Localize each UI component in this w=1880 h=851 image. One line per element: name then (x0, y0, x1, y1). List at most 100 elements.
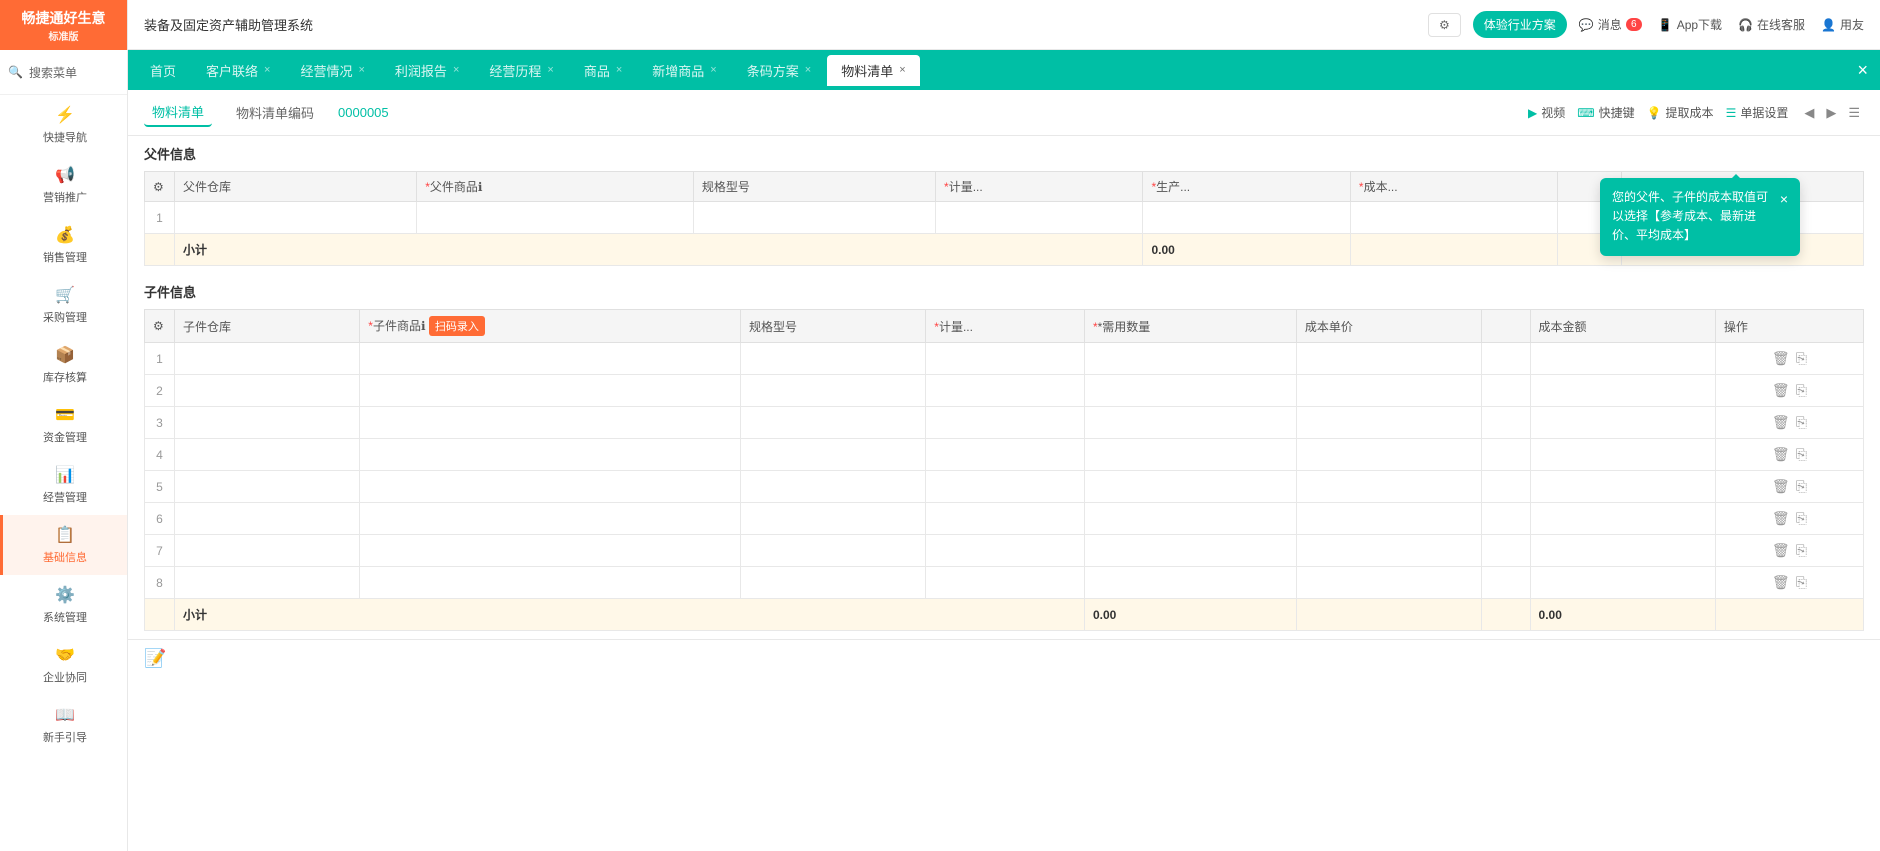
child-col-settings[interactable]: ⚙ (145, 310, 175, 343)
copy-icon[interactable]: ⎘ (1796, 478, 1807, 495)
child-goods-cell[interactable] (360, 439, 741, 471)
tab-customer[interactable]: 客户联络 × (192, 55, 284, 86)
parent-col-settings[interactable]: ⚙ (145, 172, 175, 202)
delete-icon[interactable]: 🗑 (1772, 542, 1790, 559)
sidebar-item-sales[interactable]: 💰 销售管理 (0, 215, 127, 275)
delete-icon[interactable]: 🗑 (1772, 414, 1790, 431)
child-unit-cell[interactable] (926, 407, 1085, 439)
child-spec-cell[interactable] (740, 439, 925, 471)
sidebar-item-basic-info[interactable]: 📋 基础信息 (0, 515, 127, 575)
tab-close-icon[interactable]: × (264, 64, 270, 76)
search-menu-button[interactable]: 🔍 搜索菜单 (8, 58, 119, 86)
user-action[interactable]: 👤 用友 (1821, 16, 1864, 33)
doc-settings-action[interactable]: ☰ 单据设置 (1726, 104, 1789, 121)
child-unit-cell[interactable] (926, 471, 1085, 503)
sidebar-item-cooperation[interactable]: 🤝 企业协同 (0, 635, 127, 695)
trial-button[interactable]: 体验行业方案 (1473, 11, 1567, 38)
copy-icon[interactable]: ⎘ (1796, 446, 1807, 463)
tab-close-icon[interactable]: × (805, 64, 811, 76)
sub-tab-bom[interactable]: 物料清单 (144, 98, 212, 127)
delete-icon[interactable]: 🗑 (1772, 574, 1790, 591)
child-goods-cell[interactable] (360, 535, 741, 567)
tab-history[interactable]: 经营历程 × (475, 55, 567, 86)
child-spec-cell[interactable] (740, 343, 925, 375)
tab-close-icon[interactable]: × (899, 64, 905, 76)
tab-goods[interactable]: 商品 × (570, 55, 636, 86)
parent-unit-cell[interactable] (936, 202, 1143, 234)
child-price-cell[interactable] (1296, 439, 1481, 471)
settings-button[interactable]: ⚙ (1428, 13, 1461, 37)
child-price-cell[interactable] (1296, 567, 1481, 599)
child-price-cell[interactable] (1296, 535, 1481, 567)
child-qty-cell[interactable] (1084, 471, 1296, 503)
child-unit-cell[interactable] (926, 503, 1085, 535)
parent-cost-cell[interactable] (1350, 202, 1557, 234)
delete-icon[interactable]: 🗑 (1772, 510, 1790, 527)
next-arrow[interactable]: ▶ (1822, 103, 1840, 123)
sidebar-search[interactable]: 🔍 搜索菜单 (0, 50, 127, 95)
child-spec-cell[interactable] (740, 503, 925, 535)
video-action[interactable]: ▶ 视频 (1528, 104, 1565, 121)
shortcut-action[interactable]: ⌨ 快捷键 (1577, 104, 1634, 121)
child-qty-cell[interactable] (1084, 375, 1296, 407)
child-spec-cell[interactable] (740, 375, 925, 407)
child-spec-cell[interactable] (740, 407, 925, 439)
tab-close-icon[interactable]: × (547, 64, 553, 76)
child-goods-cell[interactable] (360, 471, 741, 503)
child-price-cell[interactable] (1296, 375, 1481, 407)
app-download-action[interactable]: 📱 App下载 (1658, 16, 1722, 33)
parent-spec-cell[interactable] (693, 202, 935, 234)
child-unit-cell[interactable] (926, 343, 1085, 375)
child-unit-cell[interactable] (926, 567, 1085, 599)
parent-produce-cell[interactable] (1143, 202, 1350, 234)
child-qty-cell[interactable] (1084, 567, 1296, 599)
online-service-action[interactable]: 🎧 在线客服 (1738, 16, 1805, 33)
sidebar-item-purchase[interactable]: 🛒 采购管理 (0, 275, 127, 335)
tooltip-close-button[interactable]: × (1780, 188, 1788, 210)
child-warehouse-cell[interactable] (175, 503, 360, 535)
child-spec-cell[interactable] (740, 535, 925, 567)
tab-profit[interactable]: 利润报告 × (381, 55, 473, 86)
tab-new-goods[interactable]: 新增商品 × (638, 55, 730, 86)
scan-button[interactable]: 扫码录入 (429, 316, 485, 336)
copy-icon[interactable]: ⎘ (1796, 574, 1807, 591)
prev-arrow[interactable]: ◀ (1800, 103, 1818, 123)
sidebar-item-quick-nav[interactable]: ⚡ 快捷导航 (0, 95, 127, 155)
child-warehouse-cell[interactable] (175, 535, 360, 567)
delete-icon[interactable]: 🗑 (1772, 382, 1790, 399)
extract-cost-action[interactable]: 💡 提取成本 (1647, 104, 1714, 121)
copy-icon[interactable]: ⎘ (1796, 382, 1807, 399)
copy-icon[interactable]: ⎘ (1796, 542, 1807, 559)
sidebar-item-guide[interactable]: 📖 新手引导 (0, 695, 127, 755)
child-goods-cell[interactable] (360, 343, 741, 375)
child-spec-cell[interactable] (740, 567, 925, 599)
copy-icon[interactable]: ⎘ (1796, 350, 1807, 367)
sidebar-item-system[interactable]: ⚙️ 系统管理 (0, 575, 127, 635)
child-warehouse-cell[interactable] (175, 407, 360, 439)
menu-icon[interactable]: ☰ (1844, 103, 1864, 123)
delete-icon[interactable]: 🗑 (1772, 350, 1790, 367)
child-price-cell[interactable] (1296, 343, 1481, 375)
child-warehouse-cell[interactable] (175, 343, 360, 375)
child-qty-cell[interactable] (1084, 503, 1296, 535)
child-warehouse-cell[interactable] (175, 439, 360, 471)
tab-close-icon[interactable]: × (358, 64, 364, 76)
child-goods-cell[interactable] (360, 375, 741, 407)
child-price-cell[interactable] (1296, 471, 1481, 503)
child-warehouse-cell[interactable] (175, 567, 360, 599)
child-warehouse-cell[interactable] (175, 471, 360, 503)
child-warehouse-cell[interactable] (175, 375, 360, 407)
child-unit-cell[interactable] (926, 375, 1085, 407)
child-qty-cell[interactable] (1084, 343, 1296, 375)
child-goods-cell[interactable] (360, 567, 741, 599)
sidebar-item-inventory[interactable]: 📦 库存核算 (0, 335, 127, 395)
child-qty-cell[interactable] (1084, 439, 1296, 471)
delete-icon[interactable]: 🗑 (1772, 446, 1790, 463)
close-all-tabs[interactable]: × (1853, 56, 1872, 85)
child-goods-cell[interactable] (360, 503, 741, 535)
child-price-cell[interactable] (1296, 407, 1481, 439)
child-qty-cell[interactable] (1084, 407, 1296, 439)
sidebar-item-operations[interactable]: 📊 经营管理 (0, 455, 127, 515)
sidebar-item-finance[interactable]: 💳 资金管理 (0, 395, 127, 455)
tab-home[interactable]: 首页 (136, 55, 190, 86)
